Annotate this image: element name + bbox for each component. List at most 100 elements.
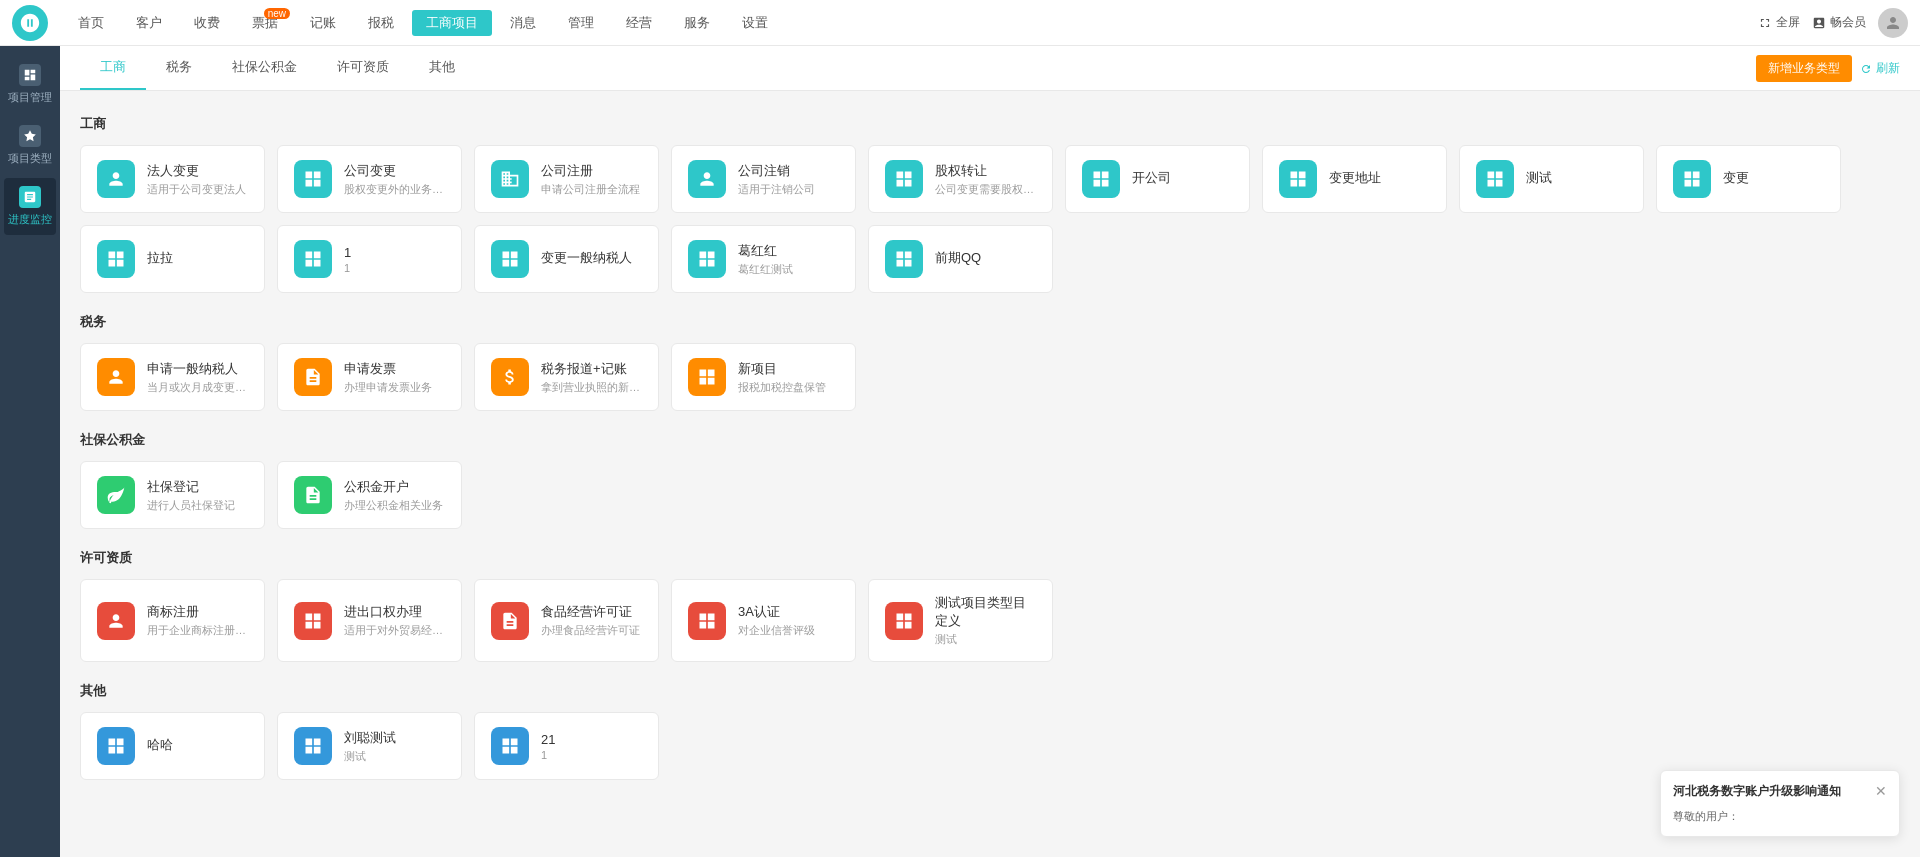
- card-3A认证[interactable]: 3A认证对企业信誉评级: [671, 579, 856, 662]
- fullscreen-button[interactable]: 全屏: [1758, 14, 1800, 31]
- tab-许可资质[interactable]: 许可资质: [317, 46, 409, 90]
- 变更地址-icon: [1279, 160, 1317, 198]
- top-nav: 首页客户收费票据new记账报税工商项目消息管理经营服务设置 全屏 畅会员: [0, 0, 1920, 46]
- card-申请发票[interactable]: 申请发票办理申请发票业务: [277, 343, 462, 411]
- 1-text: 11: [344, 245, 445, 274]
- 公司注册-icon: [491, 160, 529, 198]
- card-测试项目类型目定义[interactable]: 测试项目类型目定义测试: [868, 579, 1053, 662]
- card-开公司[interactable]: 开公司: [1065, 145, 1250, 213]
- card-变更一般纳税人[interactable]: 变更一般纳税人: [474, 225, 659, 293]
- 公司注销-name: 公司注销: [738, 162, 839, 180]
- 21-name: 21: [541, 732, 642, 747]
- tab-税务[interactable]: 税务: [146, 46, 212, 90]
- card-变更[interactable]: 变更: [1656, 145, 1841, 213]
- sidebar-item-progress[interactable]: 进度监控: [4, 178, 56, 235]
- 法人变更-text: 法人变更适用于公司变更法人: [147, 162, 248, 197]
- card-21[interactable]: 211: [474, 712, 659, 780]
- refresh-button[interactable]: 刷新: [1860, 60, 1900, 77]
- card-新项目[interactable]: 新项目报税加税控盘保管: [671, 343, 856, 411]
- 食品经营许可证-name: 食品经营许可证: [541, 603, 642, 621]
- tab-其他[interactable]: 其他: [409, 46, 475, 90]
- card-食品经营许可证[interactable]: 食品经营许可证办理食品经营许可证: [474, 579, 659, 662]
- 公积金开户-icon: [294, 476, 332, 514]
- card-哈哈[interactable]: 哈哈: [80, 712, 265, 780]
- card-刘聪测试[interactable]: 刘聪测试测试: [277, 712, 462, 780]
- 开公司-name: 开公司: [1132, 169, 1233, 187]
- 公积金开户-desc: 办理公积金相关业务: [344, 498, 445, 513]
- card-公司注册[interactable]: 公司注册申请公司注册全流程: [474, 145, 659, 213]
- refresh-label: 刷新: [1876, 60, 1900, 77]
- avatar[interactable]: [1878, 8, 1908, 38]
- card-拉拉[interactable]: 拉拉: [80, 225, 265, 293]
- sidebar-item-project-mgmt[interactable]: 项目管理: [4, 56, 56, 113]
- 进出口权办理-desc: 适用于对外贸易经营者: [344, 623, 445, 638]
- nav-item-收费[interactable]: 收费: [180, 10, 234, 36]
- card-申请一般纳税人[interactable]: 申请一般纳税人当月或次月成变更完成: [80, 343, 265, 411]
- 刘聪测试-text: 刘聪测试测试: [344, 729, 445, 764]
- 商标注册-icon: [97, 602, 135, 640]
- 申请发票-desc: 办理申请发票业务: [344, 380, 445, 395]
- nav-item-报税[interactable]: 报税: [354, 10, 408, 36]
- sidebar: 项目管理 项目类型 进度监控: [0, 46, 60, 857]
- card-进出口权办理[interactable]: 进出口权办理适用于对外贸易经营者: [277, 579, 462, 662]
- 变更-name: 变更: [1723, 169, 1824, 187]
- add-business-type-button[interactable]: 新增业务类型: [1756, 55, 1852, 82]
- 测试项目类型目定义-icon: [885, 602, 923, 640]
- 进出口权办理-text: 进出口权办理适用于对外贸易经营者: [344, 603, 445, 638]
- 拉拉-name: 拉拉: [147, 249, 248, 267]
- tab-工商[interactable]: 工商: [80, 46, 146, 90]
- card-法人变更[interactable]: 法人变更适用于公司变更法人: [80, 145, 265, 213]
- 公司注册-text: 公司注册申请公司注册全流程: [541, 162, 642, 197]
- card-税务报道+记账[interactable]: 税务报道+记账拿到营业执照的新公司: [474, 343, 659, 411]
- tab-社保公积金[interactable]: 社保公积金: [212, 46, 317, 90]
- logo[interactable]: [12, 5, 48, 41]
- nav-item-票据[interactable]: 票据new: [238, 10, 292, 36]
- 公司注销-desc: 适用于注销公司: [738, 182, 839, 197]
- cards-grid-税务: 申请一般纳税人当月或次月成变更完成申请发票办理申请发票业务税务报道+记账拿到营业…: [80, 343, 1900, 411]
- 社保登记-icon: [97, 476, 135, 514]
- card-1[interactable]: 11: [277, 225, 462, 293]
- card-前期QQ[interactable]: 前期QQ: [868, 225, 1053, 293]
- nav-item-工商项目[interactable]: 工商项目: [412, 10, 492, 36]
- 刘聪测试-desc: 测试: [344, 749, 445, 764]
- nav-item-经营[interactable]: 经营: [612, 10, 666, 36]
- nav-item-设置[interactable]: 设置: [728, 10, 782, 36]
- 食品经营许可证-text: 食品经营许可证办理食品经营许可证: [541, 603, 642, 638]
- nav-item-记账[interactable]: 记账: [296, 10, 350, 36]
- card-商标注册[interactable]: 商标注册用于企业商标注册服务: [80, 579, 265, 662]
- fullscreen-label: 全屏: [1776, 14, 1800, 31]
- card-股权转让[interactable]: 股权转让公司变更需要股权转让: [868, 145, 1053, 213]
- 社保登记-desc: 进行人员社保登记: [147, 498, 248, 513]
- progress-icon: [19, 186, 41, 208]
- 进出口权办理-icon: [294, 602, 332, 640]
- 1-icon: [294, 240, 332, 278]
- member-button[interactable]: 畅会员: [1812, 14, 1866, 31]
- notification-close-button[interactable]: ✕: [1875, 783, 1887, 799]
- 葛红红-desc: 葛红红测试: [738, 262, 839, 277]
- 公积金开户-text: 公积金开户办理公积金相关业务: [344, 478, 445, 513]
- 申请一般纳税人-name: 申请一般纳税人: [147, 360, 248, 378]
- nav-item-客户[interactable]: 客户: [122, 10, 176, 36]
- section-title-许可资质: 许可资质: [80, 549, 1900, 567]
- 税务报道+记账-icon: [491, 358, 529, 396]
- sidebar-item-project-type[interactable]: 项目类型: [4, 117, 56, 174]
- 申请一般纳税人-text: 申请一般纳税人当月或次月成变更完成: [147, 360, 248, 395]
- nav-item-管理[interactable]: 管理: [554, 10, 608, 36]
- card-测试[interactable]: 测试: [1459, 145, 1644, 213]
- card-公司变更[interactable]: 公司变更股权变更外的业务变更: [277, 145, 462, 213]
- 3A认证-text: 3A认证对企业信誉评级: [738, 603, 839, 638]
- card-公司注销[interactable]: 公司注销适用于注销公司: [671, 145, 856, 213]
- sidebar-label-project-type: 项目类型: [8, 151, 52, 166]
- nav-item-首页[interactable]: 首页: [64, 10, 118, 36]
- card-社保登记[interactable]: 社保登记进行人员社保登记: [80, 461, 265, 529]
- 社保登记-name: 社保登记: [147, 478, 248, 496]
- nav-item-消息[interactable]: 消息: [496, 10, 550, 36]
- nav-item-服务[interactable]: 服务: [670, 10, 724, 36]
- card-葛红红[interactable]: 葛红红葛红红测试: [671, 225, 856, 293]
- 1-desc: 1: [344, 262, 445, 274]
- sidebar-label-progress: 进度监控: [8, 212, 52, 227]
- section-title-工商: 工商: [80, 115, 1900, 133]
- card-公积金开户[interactable]: 公积金开户办理公积金相关业务: [277, 461, 462, 529]
- 税务报道+记账-desc: 拿到营业执照的新公司: [541, 380, 642, 395]
- card-变更地址[interactable]: 变更地址: [1262, 145, 1447, 213]
